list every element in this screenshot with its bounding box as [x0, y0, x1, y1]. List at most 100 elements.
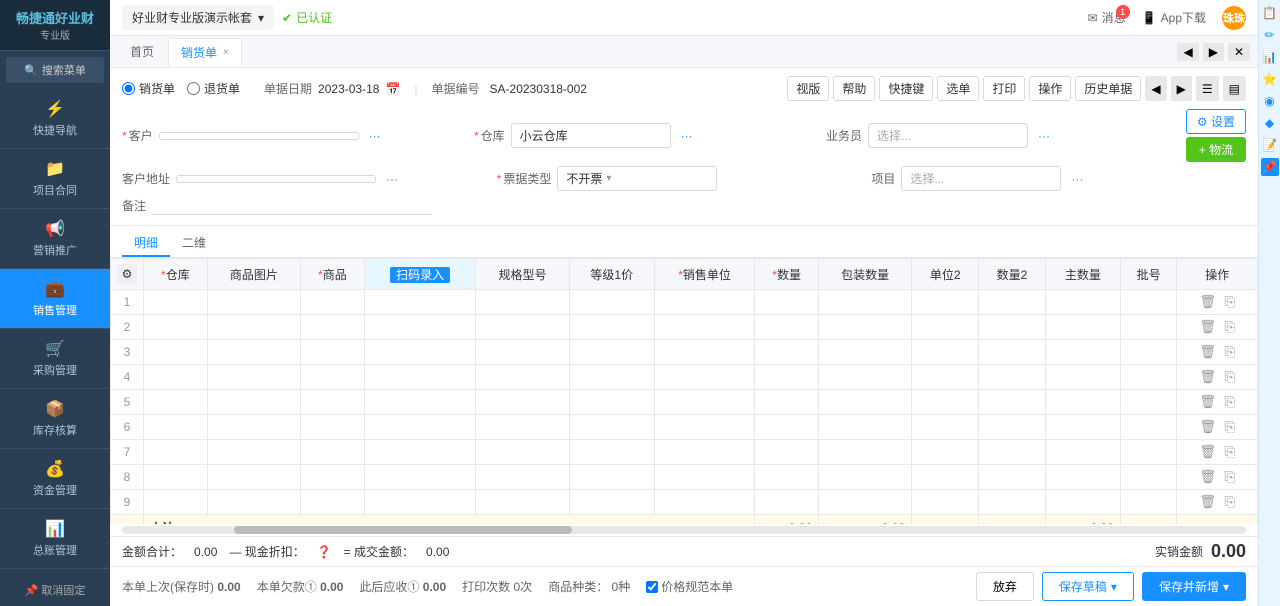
cell-quantity[interactable] [755, 315, 819, 340]
cell-main-qty[interactable] [1045, 340, 1120, 365]
cell-warehouse[interactable] [144, 340, 208, 365]
cell-image[interactable] [207, 290, 300, 315]
cell-main-qty[interactable] [1045, 490, 1120, 515]
message-button[interactable]: ✉ 消息 1 [1088, 9, 1126, 26]
cell-main-qty[interactable] [1045, 465, 1120, 490]
cell-price1[interactable] [569, 290, 654, 315]
cell-product[interactable] [301, 415, 365, 440]
sidebar-item-account[interactable]: 📊 总账管理 [0, 509, 110, 569]
sidebar-bottom-item[interactable]: 📌 取消固定 [0, 574, 110, 606]
cell-unit2[interactable] [912, 315, 979, 340]
settings-icon[interactable]: ⚙ [117, 264, 137, 284]
cell-unit2[interactable] [912, 390, 979, 415]
cell-batch[interactable] [1120, 415, 1177, 440]
radio-sale-order[interactable]: 销货单 [122, 80, 175, 97]
project-dots-button[interactable]: ··· [1067, 172, 1087, 186]
row-copy-button[interactable]: ⎘ [1222, 444, 1237, 460]
cell-warehouse[interactable] [144, 315, 208, 340]
cell-unit2[interactable] [912, 490, 979, 515]
row-delete-button[interactable]: 🗑 [1197, 394, 1218, 410]
sidebar-item-finance[interactable]: 💰 资金管理 [0, 449, 110, 509]
cell-warehouse[interactable] [144, 290, 208, 315]
col-barcode[interactable]: 扫码录入 [364, 259, 476, 290]
cell-barcode[interactable] [364, 315, 476, 340]
cell-ops[interactable]: 🗑 ⎘ [1177, 290, 1258, 315]
user-menu[interactable]: 珠珠 [1222, 6, 1246, 30]
invoice-select[interactable]: 不开票 ▾ [557, 166, 717, 191]
col-unit2[interactable]: 单位2 [912, 259, 979, 290]
cell-barcode[interactable] [364, 340, 476, 365]
history-button[interactable]: 历史单据 [1075, 76, 1141, 101]
cell-sale-unit[interactable] [654, 365, 754, 390]
price-check-label[interactable]: 价格规范本单 [646, 578, 733, 595]
right-panel-icon-5[interactable]: ◉ [1261, 92, 1279, 110]
cell-batch[interactable] [1120, 365, 1177, 390]
cell-ops[interactable]: 🗑 ⎘ [1177, 415, 1258, 440]
cell-unit2[interactable] [912, 440, 979, 465]
cell-barcode[interactable] [364, 290, 476, 315]
shortcut-button[interactable]: 快捷键 [879, 76, 933, 101]
row-delete-button[interactable]: 🗑 [1197, 369, 1218, 385]
cell-warehouse[interactable] [144, 440, 208, 465]
cell-qty2[interactable] [979, 315, 1046, 340]
row-copy-button[interactable]: ⎘ [1222, 469, 1237, 485]
right-panel-icon-7[interactable]: 📝 [1261, 136, 1279, 154]
cell-sale-unit[interactable] [654, 440, 754, 465]
col-qty2[interactable]: 数量2 [979, 259, 1046, 290]
cell-price1[interactable] [569, 390, 654, 415]
right-panel-icon-3[interactable]: 📊 [1261, 48, 1279, 66]
cell-ops[interactable]: 🗑 ⎘ [1177, 390, 1258, 415]
cell-image[interactable] [207, 465, 300, 490]
row-copy-button[interactable]: ⎘ [1222, 494, 1237, 510]
cell-qty2[interactable] [979, 440, 1046, 465]
cell-qty2[interactable] [979, 490, 1046, 515]
radio-return-order[interactable]: 退货单 [187, 80, 240, 97]
cell-image[interactable] [207, 390, 300, 415]
cell-pack-qty[interactable] [819, 415, 912, 440]
cell-unit2[interactable] [912, 340, 979, 365]
cell-main-qty[interactable] [1045, 390, 1120, 415]
cell-batch[interactable] [1120, 465, 1177, 490]
cell-product[interactable] [301, 390, 365, 415]
customer-input[interactable] [159, 132, 359, 140]
warehouse-dots-button[interactable]: ··· [677, 129, 697, 143]
cell-qty2[interactable] [979, 415, 1046, 440]
address-dots-button[interactable]: ··· [382, 172, 402, 186]
tab-prev-button[interactable]: ◀ [1177, 43, 1198, 61]
cell-pack-qty[interactable] [819, 340, 912, 365]
row-delete-button[interactable]: 🗑 [1197, 294, 1218, 310]
cell-spec[interactable] [476, 340, 569, 365]
cell-barcode[interactable] [364, 365, 476, 390]
cell-spec[interactable] [476, 390, 569, 415]
cell-qty2[interactable] [979, 365, 1046, 390]
cell-price1[interactable] [569, 440, 654, 465]
sidebar-item-marketing[interactable]: 📢 营销推广 [0, 209, 110, 269]
cell-main-qty[interactable] [1045, 415, 1120, 440]
cell-spec[interactable] [476, 440, 569, 465]
row-delete-button[interactable]: 🗑 [1197, 494, 1218, 510]
cell-barcode[interactable] [364, 490, 476, 515]
col-warehouse[interactable]: *仓库 [144, 259, 208, 290]
tab-home[interactable]: 首页 [118, 38, 166, 65]
cell-spec[interactable] [476, 415, 569, 440]
row-copy-button[interactable]: ⎘ [1222, 369, 1237, 385]
cell-quantity[interactable] [755, 415, 819, 440]
cell-warehouse[interactable] [144, 415, 208, 440]
cell-quantity[interactable] [755, 465, 819, 490]
sidebar-item-inventory[interactable]: 📦 库存核算 [0, 389, 110, 449]
salesperson-input[interactable]: 选择... [868, 123, 1028, 148]
save-draft-button[interactable]: 保存草稿 ▾ [1042, 572, 1134, 601]
cell-ops[interactable]: 🗑 ⎘ [1177, 315, 1258, 340]
cell-qty2[interactable] [979, 290, 1046, 315]
cell-spec[interactable] [476, 365, 569, 390]
cell-warehouse[interactable] [144, 390, 208, 415]
cell-image[interactable] [207, 440, 300, 465]
cell-warehouse[interactable] [144, 490, 208, 515]
tab-2d[interactable]: 二维 [170, 230, 218, 257]
cell-product[interactable] [301, 315, 365, 340]
nav-next-button[interactable]: ▶ [1171, 76, 1192, 101]
cell-batch[interactable] [1120, 340, 1177, 365]
cell-quantity[interactable] [755, 365, 819, 390]
row-delete-button[interactable]: 🗑 [1197, 344, 1218, 360]
col-main-qty[interactable]: 主数量 [1045, 259, 1120, 290]
